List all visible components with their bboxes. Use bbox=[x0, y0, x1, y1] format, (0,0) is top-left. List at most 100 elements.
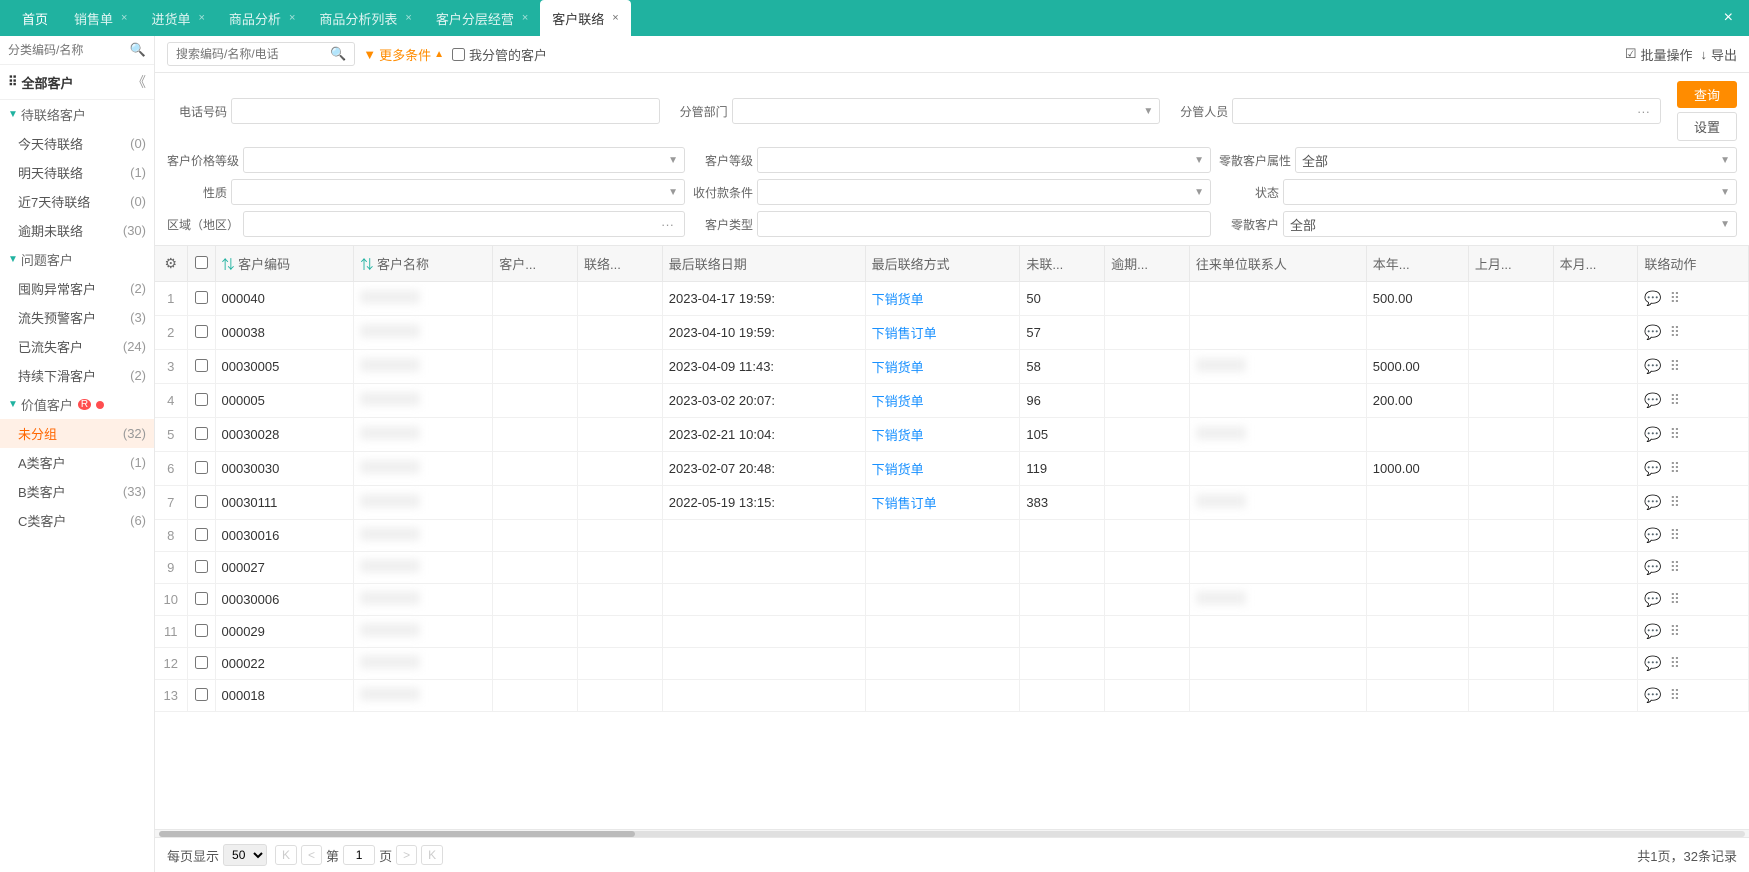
last-contact-method[interactable] bbox=[865, 680, 1020, 712]
th-gear[interactable]: ⚙ bbox=[155, 246, 187, 282]
contact-method-link[interactable]: 下销售订单 bbox=[872, 496, 937, 511]
sidebar-item-churned[interactable]: 已流失客户 (24) bbox=[0, 332, 154, 361]
nav-tab-customer-contact[interactable]: 客户联络 × bbox=[540, 0, 630, 36]
sidebar-item-churn-warning[interactable]: 流失预警客户 (3) bbox=[0, 303, 154, 332]
row-checkbox-cell[interactable] bbox=[187, 680, 215, 712]
last-contact-method[interactable] bbox=[865, 648, 1020, 680]
th-name[interactable]: ⇅ 客户名称 bbox=[354, 246, 493, 282]
row-checkbox-cell[interactable] bbox=[187, 316, 215, 350]
horizontal-scrollbar[interactable] bbox=[155, 829, 1749, 837]
row-checkbox[interactable] bbox=[195, 291, 208, 304]
row-checkbox[interactable] bbox=[195, 592, 208, 605]
sidebar-group-value[interactable]: ▼ 价值客户 R bbox=[0, 390, 154, 419]
th-contact[interactable]: 联络... bbox=[577, 246, 662, 282]
retail-customer-select[interactable]: 全部 ▼ bbox=[1283, 211, 1737, 237]
contact-method-link[interactable]: 下销货单 bbox=[872, 394, 924, 409]
sidebar-item-7days-pending[interactable]: 近7天待联络 (0) bbox=[0, 187, 154, 216]
region-dots[interactable]: ··· bbox=[657, 217, 678, 232]
close-sales-tab[interactable]: × bbox=[121, 12, 127, 24]
first-page-btn[interactable]: K bbox=[275, 845, 297, 865]
th-code[interactable]: ⇅ 客户编码 bbox=[215, 246, 354, 282]
nav-tab-purchase[interactable]: 进货单 × bbox=[139, 0, 216, 36]
last-contact-method[interactable]: 下销货单 bbox=[865, 384, 1020, 418]
row-checkbox[interactable] bbox=[195, 461, 208, 474]
page-size-dropdown[interactable]: 50 bbox=[223, 844, 267, 866]
sidebar-item-overdue-pending[interactable]: 逾期未联络 (30) bbox=[0, 216, 154, 245]
th-company-contact[interactable]: 往来单位联系人 bbox=[1189, 246, 1366, 282]
row-checkbox-cell[interactable] bbox=[187, 552, 215, 584]
sidebar-item-declining[interactable]: 持续下滑客户 (2) bbox=[0, 361, 154, 390]
last-contact-method[interactable]: 下销货单 bbox=[865, 452, 1020, 486]
message-icon[interactable]: 💬 bbox=[1644, 591, 1661, 608]
row-checkbox[interactable] bbox=[195, 656, 208, 669]
last-contact-method[interactable] bbox=[865, 616, 1020, 648]
dept-select[interactable]: ▼ bbox=[732, 98, 1161, 124]
close-purchase-tab[interactable]: × bbox=[198, 12, 204, 24]
sidebar-item-today-pending[interactable]: 今天待联络 (0) bbox=[0, 129, 154, 158]
region-select[interactable]: ··· bbox=[243, 211, 685, 237]
row-checkbox-cell[interactable] bbox=[187, 384, 215, 418]
export-btn[interactable]: ↓ 导出 bbox=[1700, 45, 1737, 64]
batch-ops-btn[interactable]: ☑ 批量操作 bbox=[1625, 45, 1693, 64]
nav-tab-analysis[interactable]: 商品分析 × bbox=[217, 0, 307, 36]
th-checkbox[interactable] bbox=[187, 246, 215, 282]
message-icon[interactable]: 💬 bbox=[1644, 426, 1661, 443]
row-checkbox-cell[interactable] bbox=[187, 616, 215, 648]
th-this-month[interactable]: 本月... bbox=[1553, 246, 1638, 282]
customer-level-select[interactable]: ▼ bbox=[757, 147, 1211, 173]
sidebar-item-class-a[interactable]: A类客户 (1) bbox=[0, 448, 154, 477]
message-icon[interactable]: 💬 bbox=[1644, 358, 1661, 375]
sidebar-item-hoarding[interactable]: 囤购异常客户 (2) bbox=[0, 274, 154, 303]
select-all-checkbox[interactable] bbox=[195, 256, 208, 269]
th-last-method[interactable]: 最后联络方式 bbox=[865, 246, 1020, 282]
row-checkbox[interactable] bbox=[195, 528, 208, 541]
last-contact-method[interactable]: 下销货单 bbox=[865, 282, 1020, 316]
sidebar-item-tomorrow-pending[interactable]: 明天待联络 (1) bbox=[0, 158, 154, 187]
message-icon[interactable]: 💬 bbox=[1644, 392, 1661, 409]
row-checkbox-cell[interactable] bbox=[187, 486, 215, 520]
close-customer-contact-tab[interactable]: × bbox=[612, 12, 618, 24]
row-checkbox[interactable] bbox=[195, 325, 208, 338]
prev-page-btn[interactable]: < bbox=[301, 845, 322, 865]
message-icon[interactable]: 💬 bbox=[1644, 290, 1661, 307]
my-customers-check[interactable] bbox=[452, 48, 465, 61]
grid-action-icon[interactable]: ⠿ bbox=[1670, 392, 1680, 409]
person-dots[interactable]: ··· bbox=[1633, 104, 1654, 119]
price-level-select[interactable]: ▼ bbox=[243, 147, 685, 173]
row-checkbox[interactable] bbox=[195, 624, 208, 637]
th-overdue[interactable]: 逾期... bbox=[1105, 246, 1190, 282]
grid-action-icon[interactable]: ⠿ bbox=[1670, 687, 1680, 704]
query-btn[interactable]: 查询 bbox=[1677, 81, 1737, 108]
customer-type-select[interactable] bbox=[757, 211, 1211, 237]
row-checkbox-cell[interactable] bbox=[187, 648, 215, 680]
sidebar-search-input[interactable] bbox=[8, 43, 126, 57]
message-icon[interactable]: 💬 bbox=[1644, 623, 1661, 640]
contact-method-link[interactable]: 下销售订单 bbox=[872, 326, 937, 341]
grid-action-icon[interactable]: ⠿ bbox=[1670, 358, 1680, 375]
message-icon[interactable]: 💬 bbox=[1644, 655, 1661, 672]
grid-action-icon[interactable]: ⠿ bbox=[1670, 623, 1680, 640]
last-contact-method[interactable]: 下销售订单 bbox=[865, 486, 1020, 520]
next-page-btn[interactable]: > bbox=[396, 845, 417, 865]
th-type[interactable]: 客户... bbox=[493, 246, 578, 282]
sidebar-search-icon[interactable]: 🔍 bbox=[130, 42, 146, 58]
close-analysis-tab[interactable]: × bbox=[289, 12, 295, 24]
row-checkbox[interactable] bbox=[195, 495, 208, 508]
grid-action-icon[interactable]: ⠿ bbox=[1670, 527, 1680, 544]
payment-select[interactable]: ▼ bbox=[757, 179, 1211, 205]
sidebar-group-pending[interactable]: ▼ 待联络客户 bbox=[0, 100, 154, 129]
th-no-contact[interactable]: 未联... bbox=[1020, 246, 1105, 282]
contact-method-link[interactable]: 下销货单 bbox=[872, 360, 924, 375]
grid-action-icon[interactable]: ⠿ bbox=[1670, 655, 1680, 672]
last-contact-method[interactable] bbox=[865, 520, 1020, 552]
th-this-year[interactable]: 本年... bbox=[1366, 246, 1468, 282]
contact-method-link[interactable]: 下销货单 bbox=[872, 428, 924, 443]
grid-action-icon[interactable]: ⠿ bbox=[1670, 324, 1680, 341]
scrollbar-thumb[interactable] bbox=[159, 831, 635, 837]
more-conditions-btn[interactable]: ▼ 更多条件 ▲ bbox=[363, 45, 444, 64]
row-checkbox[interactable] bbox=[195, 688, 208, 701]
grid-action-icon[interactable]: ⠿ bbox=[1670, 494, 1680, 511]
last-contact-method[interactable]: 下销货单 bbox=[865, 418, 1020, 452]
message-icon[interactable]: 💬 bbox=[1644, 460, 1661, 477]
row-checkbox[interactable] bbox=[195, 359, 208, 372]
